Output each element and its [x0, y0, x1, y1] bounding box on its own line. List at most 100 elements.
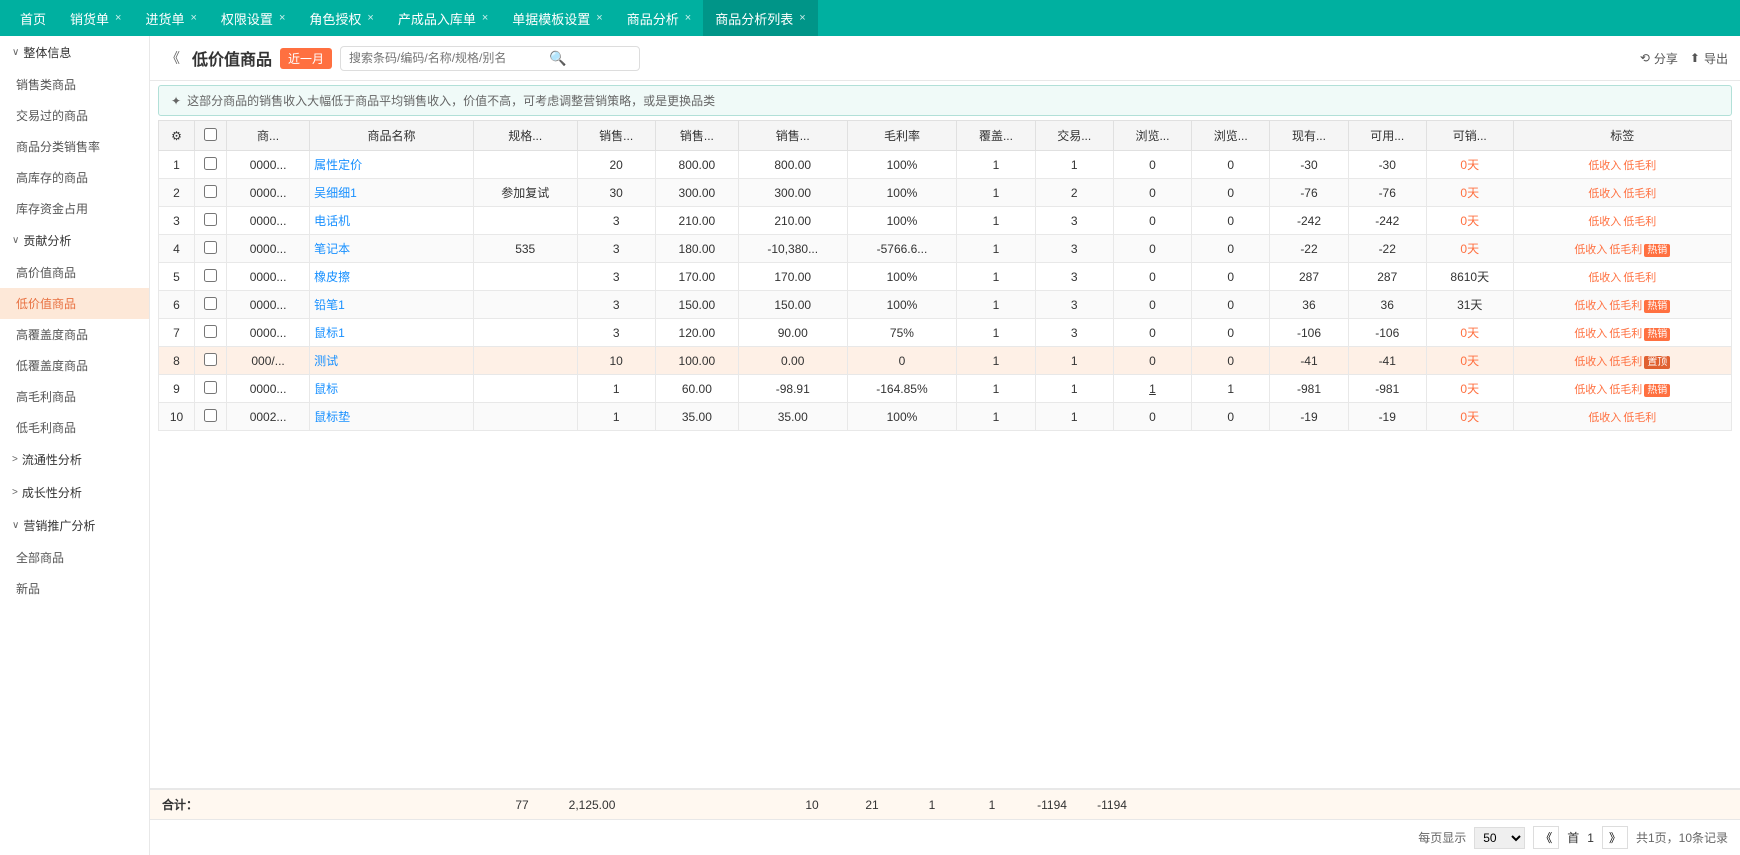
row-select-checkbox[interactable]: [204, 241, 217, 254]
sidebar-item-new-goods[interactable]: 新品: [0, 573, 149, 604]
row-cov: 1: [957, 179, 1035, 207]
row-checkbox[interactable]: [195, 179, 227, 207]
row-browse1[interactable]: 0: [1113, 179, 1191, 207]
sidebar-item-all-goods[interactable]: 全部商品: [0, 542, 149, 573]
row-name[interactable]: 鼠标: [310, 375, 474, 403]
sidebar-collapse-button[interactable]: 《: [162, 44, 184, 72]
close-product-list-icon[interactable]: ×: [799, 12, 805, 24]
row-name[interactable]: 测试: [310, 347, 474, 375]
close-role-icon[interactable]: ×: [367, 12, 373, 24]
sidebar-group-marketing-label: 营销推广分析: [23, 517, 95, 534]
sidebar-item-traded-goods[interactable]: 交易过的商品: [0, 100, 149, 131]
sidebar-item-category-sales[interactable]: 商品分类销售率: [0, 131, 149, 162]
close-product-analysis-icon[interactable]: ×: [685, 12, 691, 24]
nav-template[interactable]: 单据模板设置 ×: [500, 0, 614, 36]
row-no: 1: [159, 151, 195, 179]
table-footer: 合计： 77 2,125.00 10 21 1 1 -1194 -1194: [150, 788, 1740, 819]
close-purchase-icon[interactable]: ×: [190, 12, 196, 24]
row-stock1: -22: [1270, 235, 1348, 263]
next-page-button[interactable]: 》: [1602, 826, 1628, 849]
sidebar-group-circulation[interactable]: > 流通性分析: [0, 443, 149, 476]
nav-permission[interactable]: 权限设置 ×: [209, 0, 297, 36]
row-checkbox[interactable]: [195, 291, 227, 319]
sidebar-item-low-value[interactable]: 低价值商品: [0, 288, 149, 319]
search-input[interactable]: [349, 51, 549, 65]
row-checkbox[interactable]: [195, 235, 227, 263]
table-row: 4 0000... 笔记本 535 3 180.00 -10,380... -5…: [159, 235, 1732, 263]
row-name[interactable]: 属性定价: [310, 151, 474, 179]
row-name[interactable]: 鼠标1: [310, 319, 474, 347]
row-days: 0天: [1426, 319, 1513, 347]
row-browse1[interactable]: 0: [1113, 207, 1191, 235]
row-browse1[interactable]: 0: [1113, 319, 1191, 347]
row-name[interactable]: 笔记本: [310, 235, 474, 263]
row-name[interactable]: 电话机: [310, 207, 474, 235]
close-product-entry-icon[interactable]: ×: [482, 12, 488, 24]
row-select-checkbox[interactable]: [204, 297, 217, 310]
row-browse1[interactable]: 0: [1113, 403, 1191, 431]
sidebar-group-contribution[interactable]: ∨ 贡献分析: [0, 224, 149, 257]
nav-role[interactable]: 角色授权 ×: [297, 0, 385, 36]
sidebar-group-marketing[interactable]: ∨ 营销推广分析: [0, 509, 149, 542]
search-icon[interactable]: 🔍: [549, 50, 566, 67]
row-name[interactable]: 鼠标垫: [310, 403, 474, 431]
page-size-select[interactable]: 50 100 200: [1474, 827, 1525, 849]
row-browse1[interactable]: 1: [1113, 375, 1191, 403]
row-select-checkbox[interactable]: [204, 157, 217, 170]
row-select-checkbox[interactable]: [204, 325, 217, 338]
sidebar-group-growth[interactable]: > 成长性分析: [0, 476, 149, 509]
sidebar-item-sales-goods[interactable]: 销售类商品: [0, 69, 149, 100]
col-settings[interactable]: ⚙: [159, 121, 195, 151]
row-checkbox[interactable]: [195, 403, 227, 431]
row-select-checkbox[interactable]: [204, 185, 217, 198]
sidebar-group-overall[interactable]: ∨ 整体信息: [0, 36, 149, 69]
row-checkbox[interactable]: [195, 375, 227, 403]
row-col5: 1: [577, 375, 655, 403]
export-button[interactable]: ⬆ 导出: [1690, 50, 1728, 67]
nav-sales[interactable]: 销货单 ×: [58, 0, 133, 36]
row-browse1[interactable]: 0: [1113, 151, 1191, 179]
share-label: 分享: [1654, 50, 1678, 67]
date-filter-button[interactable]: 近一月: [280, 48, 332, 69]
close-permission-icon[interactable]: ×: [279, 12, 285, 24]
settings-icon[interactable]: ⚙: [171, 129, 182, 143]
row-browse1[interactable]: 0: [1113, 235, 1191, 263]
nav-product-list[interactable]: 商品分析列表 ×: [703, 0, 817, 36]
row-checkbox[interactable]: [195, 347, 227, 375]
share-button[interactable]: ⟲ 分享: [1640, 50, 1678, 67]
row-browse1[interactable]: 0: [1113, 347, 1191, 375]
sidebar-item-high-stock[interactable]: 高库存的商品: [0, 162, 149, 193]
sidebar-item-stock-capital[interactable]: 库存资金占用: [0, 193, 149, 224]
row-select-checkbox[interactable]: [204, 409, 217, 422]
row-browse1[interactable]: 0: [1113, 263, 1191, 291]
row-select-checkbox[interactable]: [204, 353, 217, 366]
row-select-checkbox[interactable]: [204, 381, 217, 394]
row-col7: -98.91: [738, 375, 847, 403]
sidebar-item-low-margin[interactable]: 低毛利商品: [0, 412, 149, 443]
nav-home[interactable]: 首页: [8, 0, 58, 36]
row-browse1[interactable]: 0: [1113, 291, 1191, 319]
first-page-button[interactable]: 《: [1533, 826, 1559, 849]
row-checkbox[interactable]: [195, 319, 227, 347]
row-select-checkbox[interactable]: [204, 269, 217, 282]
horizontal-scroll[interactable]: [150, 778, 1740, 788]
close-template-icon[interactable]: ×: [596, 12, 602, 24]
nav-product-analysis[interactable]: 商品分析 ×: [615, 0, 703, 36]
row-name[interactable]: 橡皮擦: [310, 263, 474, 291]
col-stock2-header: 可用...: [1348, 121, 1426, 151]
sidebar-item-high-margin[interactable]: 高毛利商品: [0, 381, 149, 412]
select-all-checkbox[interactable]: [204, 128, 217, 141]
row-checkbox[interactable]: [195, 207, 227, 235]
nav-product-entry[interactable]: 产成品入库单 ×: [386, 0, 500, 36]
row-days: 0天: [1426, 151, 1513, 179]
sidebar-item-high-coverage[interactable]: 高覆盖度商品: [0, 319, 149, 350]
row-checkbox[interactable]: [195, 151, 227, 179]
row-checkbox[interactable]: [195, 263, 227, 291]
sidebar-item-low-coverage[interactable]: 低覆盖度商品: [0, 350, 149, 381]
row-select-checkbox[interactable]: [204, 213, 217, 226]
nav-purchase[interactable]: 进货单 ×: [133, 0, 208, 36]
close-sales-icon[interactable]: ×: [115, 12, 121, 24]
row-name[interactable]: 铅笔1: [310, 291, 474, 319]
row-name[interactable]: 吴细细1: [310, 179, 474, 207]
sidebar-item-high-value[interactable]: 高价值商品: [0, 257, 149, 288]
